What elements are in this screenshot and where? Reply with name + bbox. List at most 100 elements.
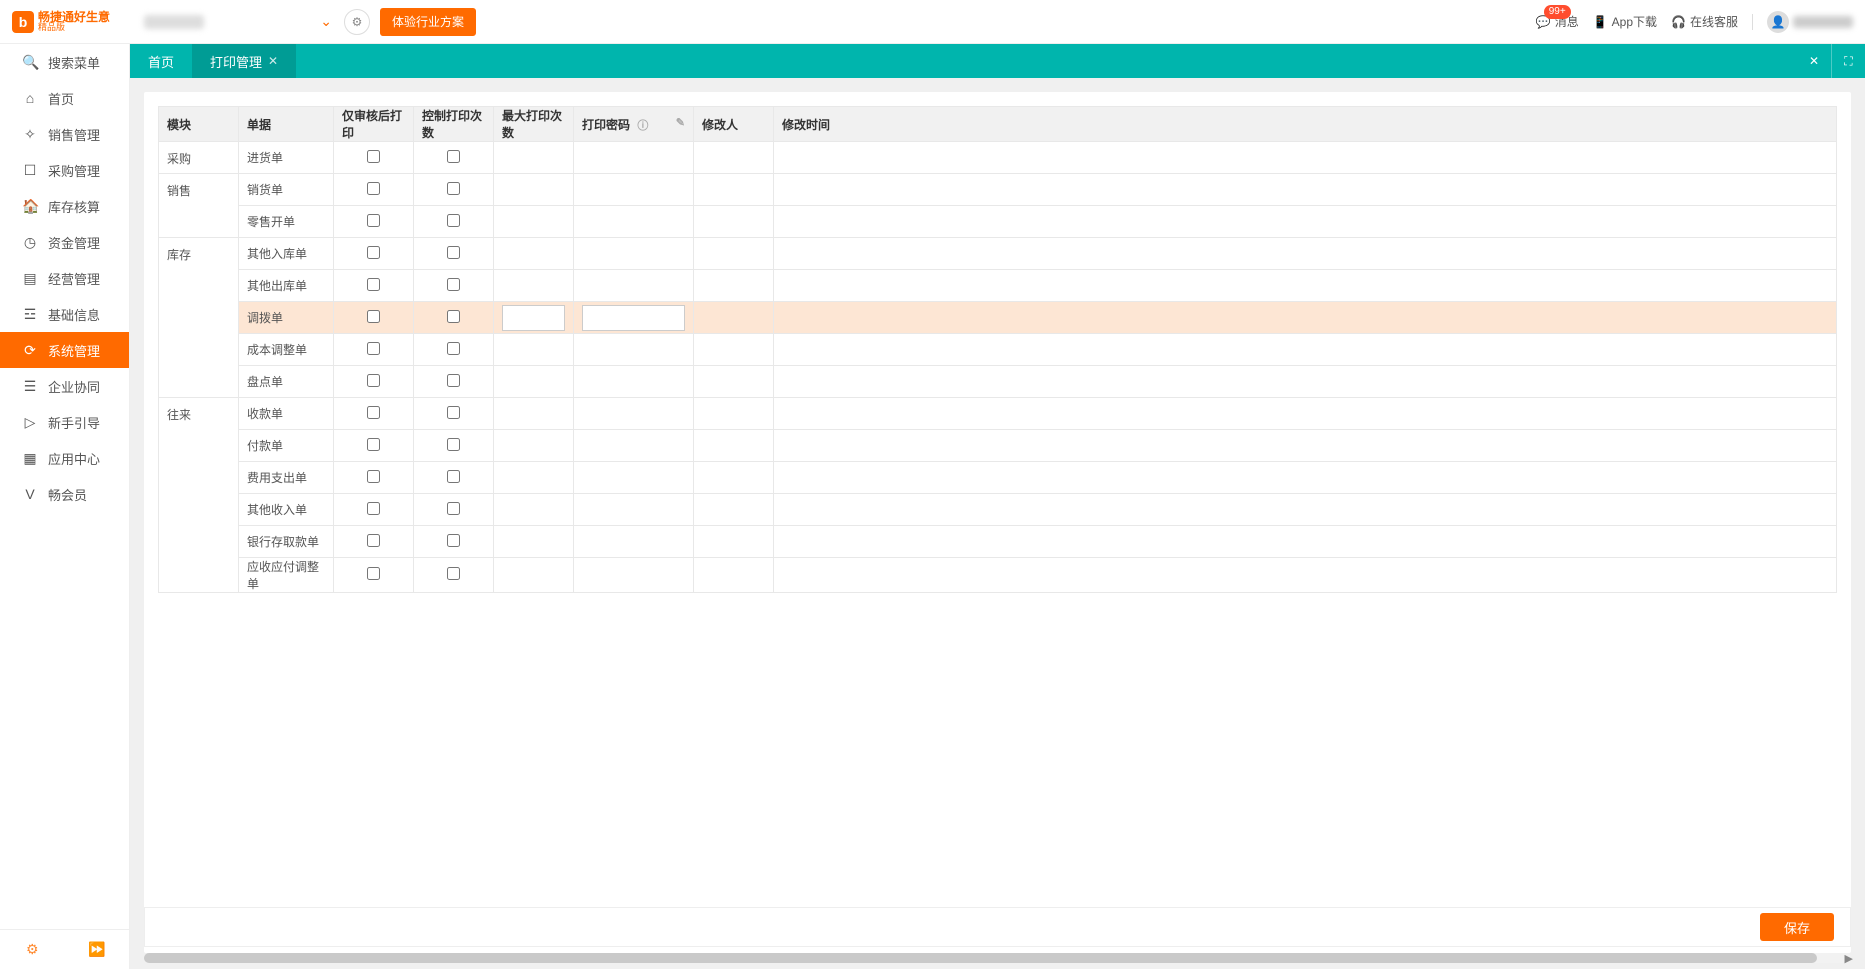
max-count-input[interactable]	[502, 305, 565, 331]
sidebar-item-3[interactable]: ☐采购管理	[0, 152, 129, 188]
messages-button[interactable]: 💬 99+ 消息	[1536, 13, 1579, 30]
cell-max	[494, 398, 574, 430]
headset-icon: 🎧	[1671, 15, 1686, 29]
audit-checkbox[interactable]	[367, 502, 380, 515]
cell-max	[494, 558, 574, 593]
cell-editor	[694, 302, 774, 334]
cell-bill: 销货单	[239, 174, 334, 206]
ctrl-checkbox[interactable]	[447, 502, 460, 515]
ctrl-checkbox[interactable]	[447, 182, 460, 195]
sidebar-item-4[interactable]: 🏠库存核算	[0, 188, 129, 224]
ctrl-checkbox[interactable]	[447, 278, 460, 291]
ctrl-checkbox[interactable]	[447, 438, 460, 451]
sidebar-item-9[interactable]: ☰企业协同	[0, 368, 129, 404]
sidebar-collapse-button[interactable]: ⏩	[65, 941, 130, 958]
sidebar-item-1[interactable]: ⌂首页	[0, 80, 129, 116]
audit-checkbox[interactable]	[367, 406, 380, 419]
msg-badge: 99+	[1544, 5, 1571, 19]
tab-1[interactable]: 打印管理✕	[192, 44, 296, 78]
ctrl-checkbox[interactable]	[447, 310, 460, 323]
cell-max	[494, 494, 574, 526]
cell-ctrl	[414, 430, 494, 462]
audit-checkbox[interactable]	[367, 342, 380, 355]
sidebar-item-7[interactable]: ☲基础信息	[0, 296, 129, 332]
audit-checkbox[interactable]	[367, 278, 380, 291]
cell-ctrl	[414, 558, 494, 593]
help-icon[interactable]: ⓘ	[637, 120, 648, 132]
ctrl-checkbox[interactable]	[447, 567, 460, 580]
ctrl-checkbox[interactable]	[447, 342, 460, 355]
cell-max	[494, 206, 574, 238]
table-row: 零售开单	[159, 206, 1837, 238]
cell-editor	[694, 558, 774, 593]
sidebar-item-5[interactable]: ◷资金管理	[0, 224, 129, 260]
ctrl-checkbox[interactable]	[447, 246, 460, 259]
audit-checkbox[interactable]	[367, 182, 380, 195]
cell-time	[774, 142, 1837, 174]
sidebar-item-icon: ▦	[22, 450, 38, 467]
cell-ctrl	[414, 334, 494, 366]
tab-close-icon[interactable]: ✕	[268, 54, 278, 68]
table-row: 费用支出单	[159, 462, 1837, 494]
cell-module: 销售	[159, 174, 239, 238]
ctrl-checkbox[interactable]	[447, 150, 460, 163]
tab-close-all-button[interactable]: ✕	[1797, 44, 1831, 78]
scrollbar-thumb[interactable]	[144, 953, 1817, 963]
audit-checkbox[interactable]	[367, 438, 380, 451]
user-menu[interactable]: 👤	[1767, 11, 1853, 33]
audit-checkbox[interactable]	[367, 246, 380, 259]
trial-industry-button[interactable]: 体验行业方案	[380, 8, 476, 36]
h-scrollbar[interactable]: ▶	[144, 953, 1851, 963]
cell-bill: 其他出库单	[239, 270, 334, 302]
cell-max	[494, 174, 574, 206]
save-button[interactable]: 保存	[1760, 913, 1834, 941]
settings-button[interactable]: ⚙	[344, 9, 370, 35]
cell-audit	[334, 302, 414, 334]
cell-bill: 收款单	[239, 398, 334, 430]
cell-password	[574, 526, 694, 558]
sidebar-item-6[interactable]: ▤经营管理	[0, 260, 129, 296]
app-download-button[interactable]: 📱 App下载	[1593, 13, 1657, 30]
sidebar-item-icon: ⟳	[22, 342, 38, 359]
audit-checkbox[interactable]	[367, 214, 380, 227]
tab-0[interactable]: 首页	[130, 44, 192, 78]
sidebar-item-icon: 🏠	[22, 198, 38, 215]
cell-ctrl	[414, 462, 494, 494]
expand-icon: ⛶	[1844, 54, 1852, 69]
ctrl-checkbox[interactable]	[447, 470, 460, 483]
sidebar-item-2[interactable]: ✧销售管理	[0, 116, 129, 152]
avatar-icon: 👤	[1767, 11, 1789, 33]
cell-password	[574, 430, 694, 462]
ctrl-checkbox[interactable]	[447, 374, 460, 387]
th-module: 模块	[159, 107, 239, 142]
edit-column-icon[interactable]: ✎	[676, 116, 685, 129]
password-input[interactable]	[582, 305, 685, 331]
content-area: 首页打印管理✕ ✕ ⛶ 模块 单据 仅审核后打印 控制打印次数	[130, 44, 1865, 969]
ctrl-checkbox[interactable]	[447, 534, 460, 547]
audit-checkbox[interactable]	[367, 150, 380, 163]
online-service-button[interactable]: 🎧 在线客服	[1671, 13, 1738, 30]
table-row: 调拨单	[159, 302, 1837, 334]
cell-editor	[694, 334, 774, 366]
audit-checkbox[interactable]	[367, 534, 380, 547]
audit-checkbox[interactable]	[367, 310, 380, 323]
sidebar-item-label: 应用中心	[48, 449, 100, 468]
sidebar-item-0[interactable]: 🔍搜索菜单	[0, 44, 129, 80]
fullscreen-button[interactable]: ⛶	[1831, 44, 1865, 78]
audit-checkbox[interactable]	[367, 374, 380, 387]
sidebar-item-11[interactable]: ▦ 应用中心	[0, 440, 129, 476]
cell-time	[774, 366, 1837, 398]
audit-checkbox[interactable]	[367, 470, 380, 483]
sidebar-settings-button[interactable]: ⚙	[0, 941, 65, 958]
sidebar-item-8[interactable]: ⟳系统管理	[0, 332, 129, 368]
sidebar-item-12[interactable]: V畅会员	[0, 476, 129, 512]
org-select[interactable]: ⌄	[138, 8, 338, 36]
sidebar-item-icon: ⌂	[22, 90, 38, 106]
ctrl-checkbox[interactable]	[447, 214, 460, 227]
sidebar-item-icon: V	[22, 486, 38, 502]
ctrl-checkbox[interactable]	[447, 406, 460, 419]
cell-audit	[334, 526, 414, 558]
th-password-label: 打印密码	[582, 118, 630, 132]
audit-checkbox[interactable]	[367, 567, 380, 580]
sidebar-item-10[interactable]: ▷新手引导	[0, 404, 129, 440]
